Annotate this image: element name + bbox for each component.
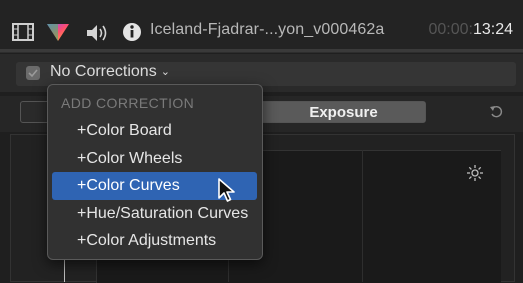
timecode-value: 13:24 xyxy=(472,21,513,38)
mouse-pointer-icon xyxy=(218,178,235,202)
color-triangle-icon[interactable] xyxy=(46,21,70,43)
tab-exposure[interactable]: Exposure xyxy=(262,102,425,122)
clip-name: Iceland-Fjadrar-...yon_v000462a xyxy=(150,21,385,38)
corrections-popup[interactable]: No Corrections ⌄ xyxy=(50,63,170,81)
speaker-icon[interactable] xyxy=(86,22,110,44)
brightness-icon xyxy=(467,165,483,181)
chevron-down-icon: ⌄ xyxy=(160,66,170,78)
info-icon[interactable] xyxy=(122,21,142,43)
checkmark-icon xyxy=(28,69,38,78)
reset-icon[interactable] xyxy=(489,105,503,119)
film-strip-icon[interactable] xyxy=(12,21,34,43)
timecode: 00:00:13:24 xyxy=(428,21,513,39)
menu-header: ADD CORRECTION xyxy=(61,95,195,111)
menu-item-color-wheels[interactable]: +Color Wheels xyxy=(52,145,257,173)
menu-item-hue-saturation-curves[interactable]: +Hue/Saturation Curves xyxy=(52,200,257,228)
graph-gridline xyxy=(362,150,363,282)
corrections-popup-label: No Corrections xyxy=(50,63,157,80)
menu-item-color-board[interactable]: +Color Board xyxy=(52,117,257,145)
header-divider xyxy=(0,49,523,52)
timecode-dim: 00:00: xyxy=(428,21,473,38)
menu-item-color-adjustments[interactable]: +Color Adjustments xyxy=(52,227,257,255)
correction-enable-checkbox[interactable] xyxy=(26,66,40,80)
